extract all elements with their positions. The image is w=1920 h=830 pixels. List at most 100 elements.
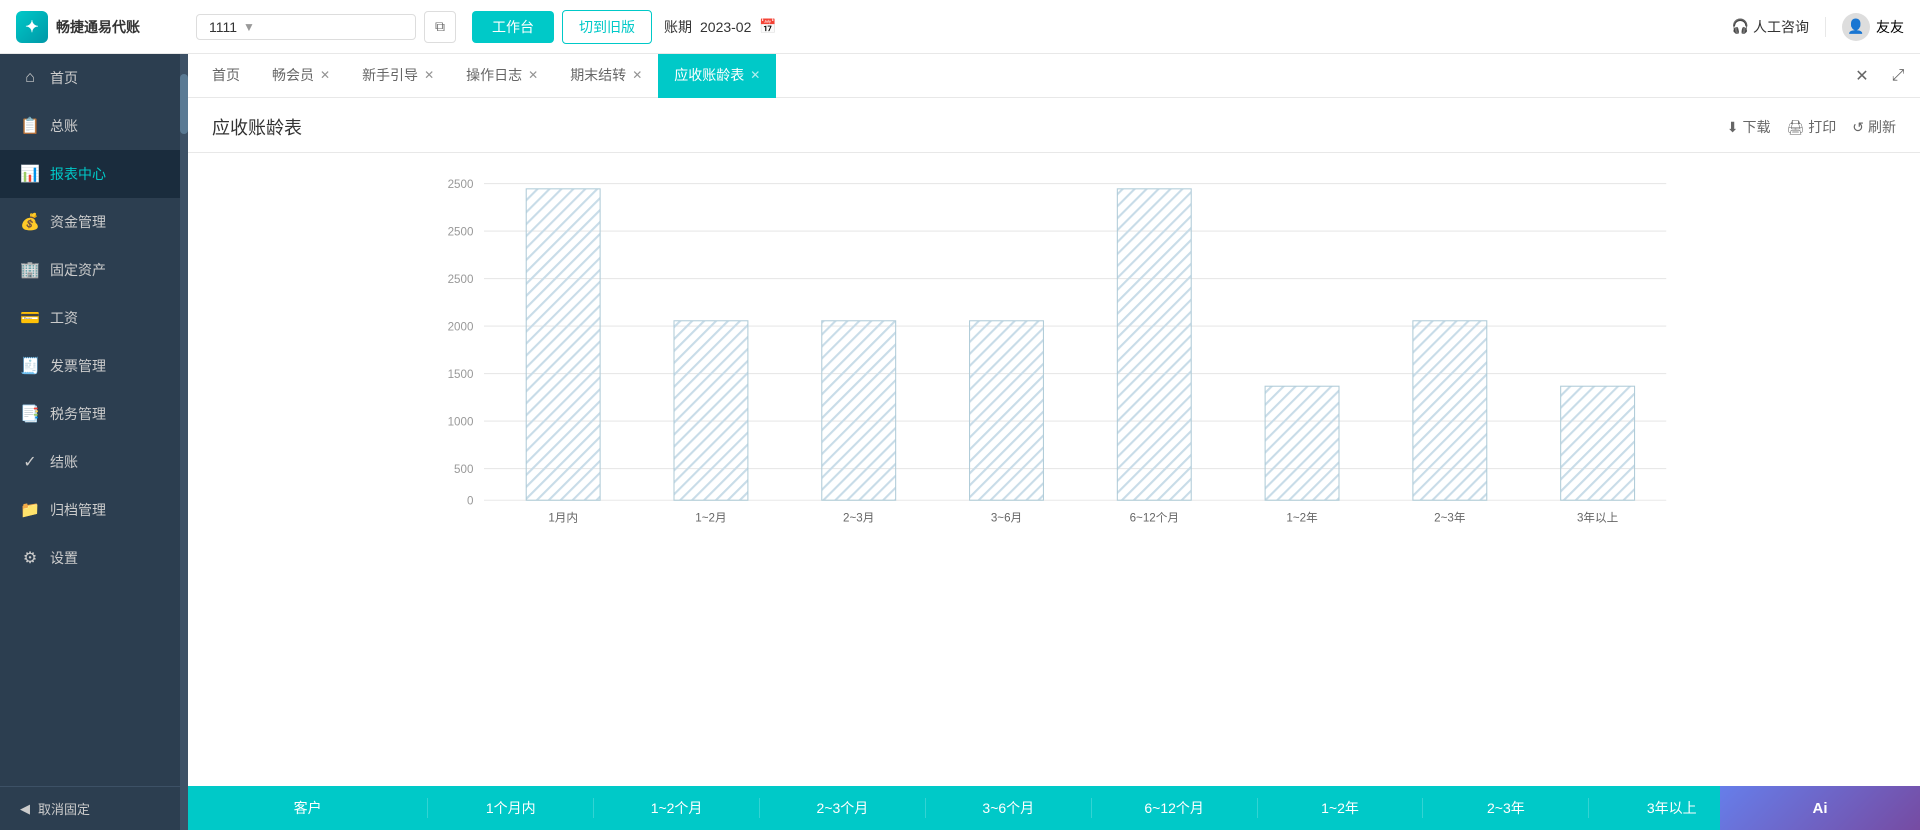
company-selector[interactable]: 1111 ▼ — [196, 14, 416, 40]
logo-icon: ✦ — [16, 11, 48, 43]
page-content: 应收账龄表 ⬇下载🖨打印↺刷新 250 — [188, 98, 1920, 830]
svg-text:500: 500 — [454, 463, 473, 476]
ai-label: Ai — [1813, 800, 1828, 817]
copy-icon: ⧉ — [435, 18, 445, 35]
svg-text:3~6月: 3~6月 — [991, 511, 1022, 524]
sidebar-label-settings: 设置 — [50, 548, 78, 568]
svg-text:1~2年: 1~2年 — [1286, 510, 1318, 524]
ai-assistant-bar[interactable]: Ai — [1720, 786, 1920, 830]
sidebar-item-salary[interactable]: 💳 工资 — [0, 294, 180, 342]
chart-container: 2500 2500 2500 2000 1500 1000 500 0 — [188, 153, 1920, 786]
sidebar-label-invoice: 发票管理 — [50, 356, 106, 376]
tab-actions: ✕ ⤢ — [1848, 62, 1912, 90]
tab-oplog[interactable]: 操作日志 ✕ — [450, 54, 554, 98]
svg-text:1000: 1000 — [448, 415, 474, 428]
table-header-2~3个月: 2~3个月 — [760, 798, 926, 818]
company-name: 1111 — [209, 19, 237, 35]
sidebar-item-funds[interactable]: 💰资金管理 — [0, 198, 180, 246]
copy-button[interactable]: ⧉ — [424, 11, 456, 43]
consultation-button[interactable]: 🎧 人工咨询 — [1732, 17, 1809, 37]
refresh-icon: ↺ — [1852, 119, 1864, 136]
table-header-客户: 客户 — [188, 798, 428, 818]
workspace-button[interactable]: 工作台 — [472, 11, 554, 43]
collapse-label: 取消固定 — [38, 799, 90, 818]
username-label: 友友 — [1876, 17, 1904, 37]
switch-version-button[interactable]: 切到旧版 — [562, 10, 652, 44]
collapse-icon: ◀ — [20, 801, 30, 817]
print-button[interactable]: 🖨打印 — [1786, 117, 1836, 137]
tab-close-aging[interactable]: ✕ — [750, 68, 760, 82]
tab-close-guide[interactable]: ✕ — [424, 68, 434, 82]
print-icon: 🖨 — [1786, 119, 1804, 136]
calendar-icon[interactable]: 📅 — [759, 18, 776, 35]
table-header-1~2年: 1~2年 — [1258, 798, 1424, 818]
user-area[interactable]: 👤 友友 — [1842, 13, 1904, 41]
sidebar-icon-salary: 💳 — [20, 308, 40, 328]
expand-button[interactable]: ⤢ — [1884, 62, 1912, 90]
tab-label-guide: 新手引导 — [362, 65, 418, 85]
sidebar-item-reports[interactable]: 📊 报表中心 — [0, 150, 180, 198]
svg-text:0: 0 — [467, 494, 473, 507]
tab-close-member[interactable]: ✕ — [320, 68, 330, 82]
tab-aging[interactable]: 应收账龄表 ✕ — [658, 54, 776, 98]
sidebar-item-tax[interactable]: 📑税务管理 — [0, 390, 180, 438]
tab-period-end[interactable]: 期末结转 ✕ — [554, 54, 658, 98]
sidebar-icon-reports: 📊 — [20, 164, 40, 184]
sidebar-collapse-button[interactable]: ◀ 取消固定 — [0, 786, 180, 830]
sidebar-item-assets[interactable]: 🏢固定资产 — [0, 246, 180, 294]
tab-guide[interactable]: 新手引导 ✕ — [346, 54, 450, 98]
sidebar-icon-funds: 💰 — [20, 212, 40, 232]
tab-member[interactable]: 畅会员 ✕ — [256, 54, 346, 98]
table-header-2~3年: 2~3年 — [1423, 798, 1589, 818]
download-icon: ⬇ — [1727, 119, 1739, 136]
tab-label-home: 首页 — [212, 65, 240, 85]
avatar: 👤 — [1842, 13, 1870, 41]
tab-home[interactable]: 首页 — [196, 54, 256, 98]
sidebar-label-ledger: 总账 — [50, 116, 78, 136]
sidebar-scrollbar[interactable] — [180, 54, 188, 830]
sidebar-icon-invoice: 🧾 — [20, 356, 40, 376]
period-label: 账期 — [664, 17, 692, 37]
svg-text:3年以上: 3年以上 — [1577, 510, 1619, 524]
sidebar-label-archive: 归档管理 — [50, 500, 106, 520]
svg-text:2500: 2500 — [448, 178, 474, 191]
sidebar-label-tax: 税务管理 — [50, 404, 106, 424]
tab-label-member: 畅会员 — [272, 65, 314, 85]
headset-icon: 🎧 — [1732, 18, 1749, 35]
main-layout: ⌂首页📋总账 📊 报表中心 💰资金管理🏢固定资产 💳 工资 🧾 发票管理 📑税务管理✓结账 📁 归档… — [0, 54, 1920, 830]
sidebar-label-assets: 固定资产 — [50, 260, 106, 280]
sidebar-label-salary: 工资 — [50, 308, 78, 328]
sidebar: ⌂首页📋总账 📊 报表中心 💰资金管理🏢固定资产 💳 工资 🧾 发票管理 📑税务管理✓结账 📁 归档… — [0, 54, 180, 830]
sidebar-item-archive[interactable]: 📁 归档管理 — [0, 486, 180, 534]
tab-label-period-end: 期末结转 — [570, 65, 626, 85]
top-header: ✦ 畅捷通易代账 1111 ▼ ⧉ 工作台 切到旧版 账期 2023-02 📅 … — [0, 0, 1920, 54]
download-button[interactable]: ⬇下载 — [1727, 117, 1771, 137]
sidebar-icon-settings: ⚙ — [20, 548, 40, 568]
sidebar-label-checkout: 结账 — [50, 452, 78, 472]
tab-close-oplog[interactable]: ✕ — [528, 68, 538, 82]
svg-text:2000: 2000 — [448, 320, 474, 333]
scrollbar-thumb — [180, 74, 188, 134]
svg-text:2~3年: 2~3年 — [1434, 510, 1466, 524]
page-header: 应收账龄表 ⬇下载 🖨打印 ↺刷新 — [188, 98, 1920, 153]
close-all-tabs-button[interactable]: ✕ — [1848, 62, 1876, 90]
page-title: 应收账龄表 — [212, 114, 302, 140]
period-value: 2023-02 — [700, 19, 751, 35]
svg-text:6~12个月: 6~12个月 — [1130, 511, 1179, 524]
tab-label-aging: 应收账龄表 — [674, 65, 744, 85]
aging-chart: 2500 2500 2500 2000 1500 1000 500 0 — [218, 173, 1890, 553]
svg-text:2500: 2500 — [448, 225, 474, 238]
svg-text:1500: 1500 — [448, 368, 474, 381]
sidebar-item-ledger[interactable]: 📋总账 — [0, 102, 180, 150]
sidebar-item-checkout[interactable]: ✓结账 — [0, 438, 180, 486]
tab-close-period-end[interactable]: ✕ — [632, 68, 642, 82]
logo-text: 畅捷通易代账 — [56, 17, 140, 37]
refresh-button[interactable]: ↺刷新 — [1852, 117, 1896, 137]
divider — [1825, 17, 1826, 37]
sidebar-scroll: ⌂首页📋总账 📊 报表中心 💰资金管理🏢固定资产 💳 工资 🧾 发票管理 📑税务管理✓结账 📁 归档… — [0, 54, 180, 786]
sidebar-label-reports: 报表中心 — [50, 164, 106, 184]
sidebar-icon-archive: 📁 — [20, 500, 40, 520]
sidebar-item-invoice[interactable]: 🧾 发票管理 — [0, 342, 180, 390]
sidebar-item-home[interactable]: ⌂首页 — [0, 54, 180, 102]
sidebar-item-settings[interactable]: ⚙ 设置 — [0, 534, 180, 582]
